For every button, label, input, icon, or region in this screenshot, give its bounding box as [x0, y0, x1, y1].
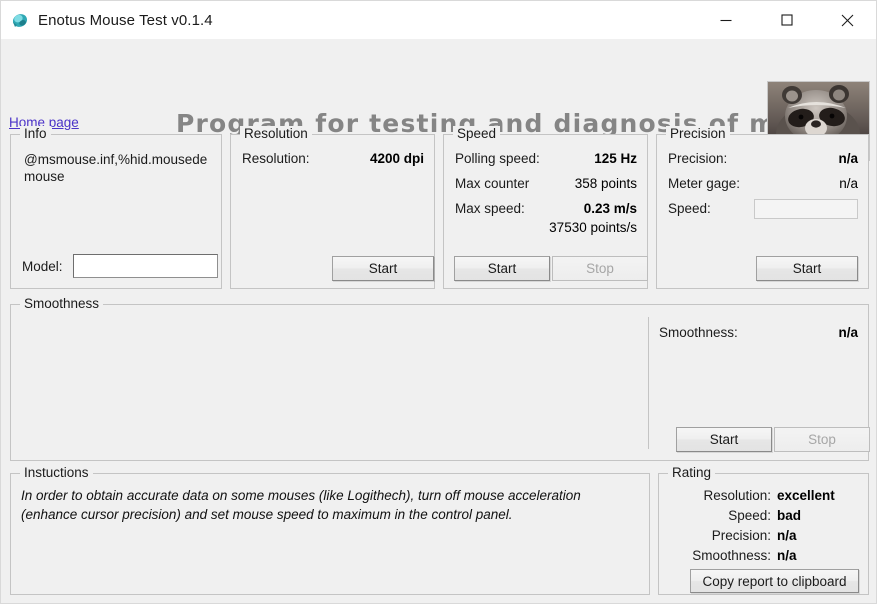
instructions-group: Instuctions In order to obtain accurate …: [10, 465, 650, 595]
polling-speed-label: Polling speed:: [455, 151, 540, 166]
speed-stop-button[interactable]: Stop: [552, 256, 648, 281]
max-speed-label: Max speed:: [455, 201, 525, 216]
smoothness-divider: [648, 317, 649, 449]
max-speed-value: 0.23 m/s: [583, 201, 637, 216]
precision-group-legend: Precision: [666, 126, 730, 141]
max-speed-points-row: 37530 points/s: [455, 220, 637, 235]
maximize-button[interactable]: [756, 1, 817, 39]
rating-precision-label: Precision:: [711, 528, 771, 543]
max-counter-value: 358 points: [574, 176, 637, 191]
rating-precision-value: n/a: [777, 528, 797, 543]
max-counter-row: Max counter 358 points: [455, 176, 637, 191]
rating-speed-label: Speed:: [728, 508, 771, 523]
rating-resolution-label: Resolution:: [703, 488, 771, 503]
mouse-icon: [10, 10, 30, 30]
window-controls: [695, 1, 876, 39]
max-counter-label: Max counter: [455, 176, 530, 191]
rating-speed-value: bad: [777, 508, 802, 523]
model-input[interactable]: [73, 254, 218, 278]
rating-smoothness-value: n/a: [777, 548, 797, 563]
speed-start-button[interactable]: Start: [454, 256, 550, 281]
precision-start-button[interactable]: Start: [756, 256, 858, 281]
smoothness-row: Smoothness: n/a: [659, 325, 858, 340]
enotus-mouse-test-window: Enotus Mouse Test v0.1.4 Home page Progr…: [0, 0, 877, 604]
resolution-start-button[interactable]: Start: [332, 256, 434, 281]
smoothness-start-button[interactable]: Start: [676, 427, 772, 452]
precision-label: Precision:: [668, 151, 728, 166]
header-band: Home page Program for testing and diagno…: [1, 39, 876, 161]
close-button[interactable]: [817, 1, 876, 39]
meter-gage-value: n/a: [839, 176, 858, 191]
polling-speed-row: Polling speed: 125 Hz: [455, 151, 637, 166]
speed-group: Speed Polling speed: 125 Hz Max counter …: [443, 126, 648, 289]
rating-row: Resolution: excellent: [667, 486, 862, 506]
resolution-value: 4200 dpi: [369, 151, 424, 166]
resolution-label: Resolution:: [242, 151, 310, 166]
resolution-row: Resolution: 4200 dpi: [242, 151, 424, 166]
device-info-text: @msmouse.inf,%hid.mousede mouse: [24, 152, 208, 184]
minimize-button[interactable]: [695, 1, 756, 39]
rating-group: Rating Resolution: excellent Speed: bad …: [658, 465, 869, 595]
window-title: Enotus Mouse Test v0.1.4: [38, 11, 213, 29]
meter-gage-row: Meter gage: n/a: [668, 176, 858, 191]
rating-row: Smoothness: n/a: [667, 546, 862, 566]
smoothness-label: Smoothness:: [659, 325, 738, 340]
maximize-icon: [780, 14, 793, 26]
precision-speed-progress: [754, 199, 858, 219]
copy-report-button[interactable]: Copy report to clipboard: [690, 569, 859, 593]
minimize-icon: [720, 19, 731, 22]
resolution-group: Resolution Resolution: 4200 dpi Start: [230, 126, 435, 289]
smoothness-value: n/a: [838, 325, 858, 340]
max-speed-points-value: 37530 points/s: [549, 220, 637, 235]
rating-smoothness-label: Smoothness:: [692, 548, 771, 563]
meter-gage-label: Meter gage:: [668, 176, 741, 191]
smoothness-group: Smoothness Smoothness: n/a Start Stop: [10, 296, 870, 461]
instructions-group-legend: Instuctions: [20, 465, 93, 480]
rating-resolution-value: excellent: [777, 488, 835, 503]
max-speed-row: Max speed: 0.23 m/s: [455, 201, 637, 216]
info-group: Info @msmouse.inf,%hid.mousede mouse Mod…: [10, 126, 222, 289]
precision-group: Precision Precision: n/a Meter gage: n/a…: [656, 126, 869, 289]
smoothness-stop-button[interactable]: Stop: [774, 427, 870, 452]
precision-row: Precision: n/a: [668, 151, 858, 166]
speed-group-legend: Speed: [453, 126, 501, 141]
precision-value: n/a: [838, 151, 858, 166]
instructions-text: In order to obtain accurate data on some…: [21, 488, 581, 522]
rating-row: Precision: n/a: [667, 526, 862, 546]
model-label: Model:: [22, 259, 63, 274]
rating-rows: Resolution: excellent Speed: bad Precisi…: [667, 486, 862, 566]
rating-group-legend: Rating: [668, 465, 716, 480]
info-group-legend: Info: [20, 126, 51, 141]
resolution-group-legend: Resolution: [240, 126, 312, 141]
precision-speed-label: Speed:: [668, 201, 711, 216]
rating-row: Speed: bad: [667, 506, 862, 526]
close-icon: [841, 14, 854, 26]
polling-speed-value: 125 Hz: [594, 151, 637, 166]
title-bar: Enotus Mouse Test v0.1.4: [1, 1, 876, 39]
smoothness-group-legend: Smoothness: [20, 296, 104, 311]
